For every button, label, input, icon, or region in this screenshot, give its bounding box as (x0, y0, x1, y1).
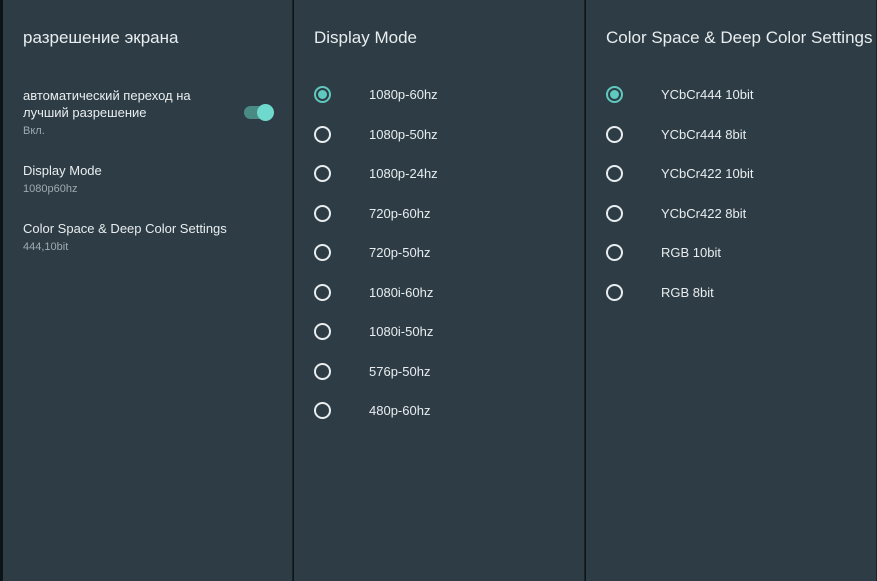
radio-inner-icon (610, 90, 619, 99)
display-mode-option[interactable]: 480p-60hz (294, 391, 584, 431)
color-space-option[interactable]: YCbCr422 10bit (586, 154, 876, 194)
radio-label: 720p-50hz (369, 245, 430, 260)
radio-label: 1080i-60hz (369, 285, 433, 300)
item-title: автоматический переход на лучший разреше… (23, 88, 236, 122)
color-space-radio-list: YCbCr444 10bit YCbCr444 8bit YCbCr422 10bi… (586, 75, 876, 312)
display-mode-option[interactable]: 1080i-60hz (294, 273, 584, 313)
radio-label: 1080p-50hz (369, 127, 438, 142)
radio-label: 1080p-60hz (369, 87, 438, 102)
display-mode-panel: Display Mode 1080p-60hz 1080p-50hz 1080p-2… (293, 0, 585, 581)
radio-label: 1080i-50hz (369, 324, 433, 339)
radio-icon (314, 402, 331, 419)
radio-inner-icon (318, 90, 327, 99)
radio-icon (314, 126, 331, 143)
item-subtitle: 444,10bit (23, 241, 227, 253)
radio-icon (314, 205, 331, 222)
radio-label: 480p-60hz (369, 403, 430, 418)
panel-header-mid: Display Mode (294, 0, 584, 75)
item-title: Display Mode (23, 163, 102, 180)
radio-icon (606, 284, 623, 301)
radio-icon (606, 86, 623, 103)
radio-label: 720p-60hz (369, 206, 430, 221)
radio-icon (314, 244, 331, 261)
color-space-item[interactable]: Color Space & Deep Color Settings 444,10… (3, 208, 292, 266)
auto-best-resolution-item[interactable]: автоматический переход на лучший разреше… (3, 75, 292, 150)
radio-icon (606, 205, 623, 222)
color-space-option[interactable]: YCbCr444 10bit (586, 75, 876, 115)
display-mode-radio-list: 1080p-60hz 1080p-50hz 1080p-24hz 720p-60hz 7… (294, 75, 584, 431)
item-subtitle: 1080p60hz (23, 183, 102, 195)
radio-label: YCbCr422 8bit (661, 206, 746, 221)
radio-icon (314, 165, 331, 182)
radio-icon (314, 323, 331, 340)
radio-icon (314, 86, 331, 103)
color-space-panel: Color Space & Deep Color Settings YCbCr4… (585, 0, 877, 581)
radio-label: RGB 8bit (661, 285, 714, 300)
radio-icon (606, 165, 623, 182)
settings-item-text: Color Space & Deep Color Settings 444,10… (23, 221, 227, 253)
display-mode-option[interactable]: 1080p-50hz (294, 115, 584, 155)
display-mode-option[interactable]: 1080i-50hz (294, 312, 584, 352)
radio-icon (606, 244, 623, 261)
radio-icon (314, 363, 331, 380)
settings-item-text: Display Mode 1080p60hz (23, 163, 102, 195)
radio-icon (314, 284, 331, 301)
auto-resolution-toggle[interactable] (244, 106, 272, 119)
display-mode-option[interactable]: 1080p-60hz (294, 75, 584, 115)
item-subtitle: Вкл. (23, 125, 236, 137)
radio-label: 576p-50hz (369, 364, 430, 379)
panel-header-left: разрешение экрана (3, 0, 292, 75)
item-title: Color Space & Deep Color Settings (23, 221, 227, 238)
radio-label: YCbCr422 10bit (661, 166, 754, 181)
color-space-option[interactable]: RGB 8bit (586, 273, 876, 313)
toggle-knob (257, 104, 274, 121)
screen-resolution-panel: разрешение экрана автоматический переход… (0, 0, 293, 581)
color-space-option[interactable]: RGB 10bit (586, 233, 876, 273)
display-mode-option[interactable]: 1080p-24hz (294, 154, 584, 194)
display-mode-item[interactable]: Display Mode 1080p60hz (3, 150, 292, 208)
panel-header-right: Color Space & Deep Color Settings (586, 0, 876, 75)
radio-label: RGB 10bit (661, 245, 721, 260)
color-space-option[interactable]: YCbCr422 8bit (586, 194, 876, 234)
radio-icon (606, 126, 623, 143)
color-space-option[interactable]: YCbCr444 8bit (586, 115, 876, 155)
settings-item-text: автоматический переход на лучший разреше… (23, 88, 236, 137)
radio-label: 1080p-24hz (369, 166, 438, 181)
radio-label: YCbCr444 10bit (661, 87, 754, 102)
display-mode-option[interactable]: 720p-60hz (294, 194, 584, 234)
display-mode-option[interactable]: 576p-50hz (294, 352, 584, 392)
radio-label: YCbCr444 8bit (661, 127, 746, 142)
display-mode-option[interactable]: 720p-50hz (294, 233, 584, 273)
